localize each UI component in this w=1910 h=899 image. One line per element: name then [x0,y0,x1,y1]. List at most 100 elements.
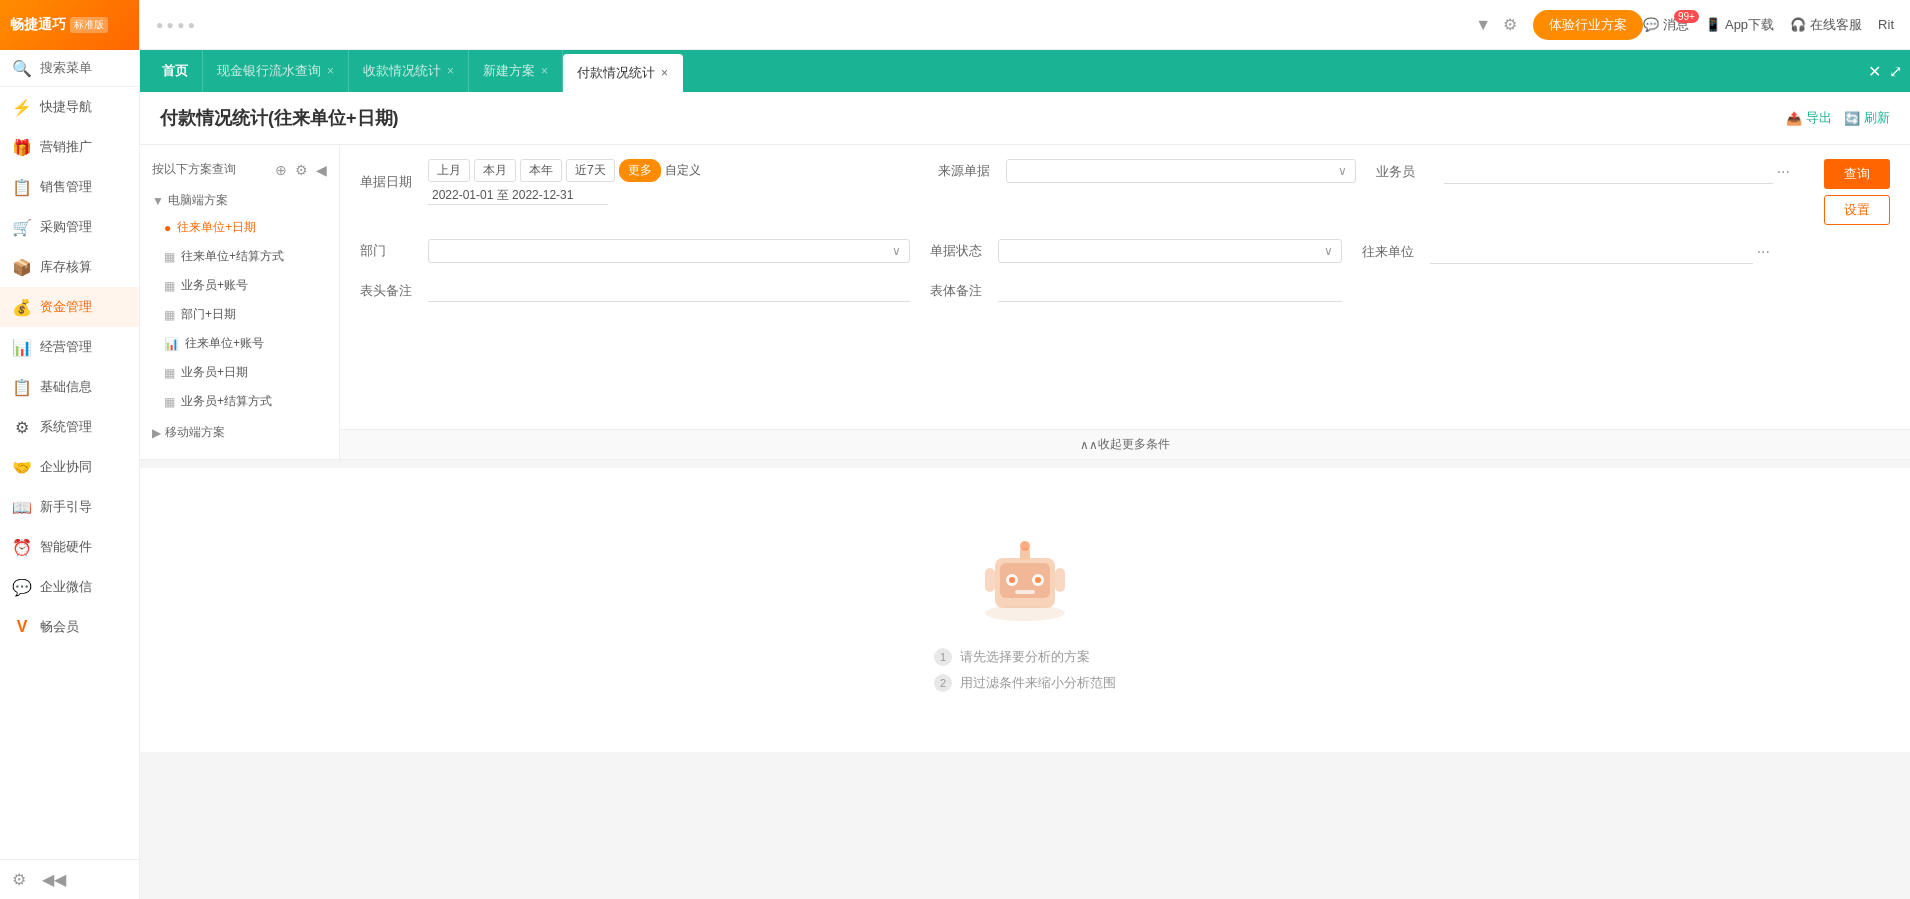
date-more-btn[interactable]: 更多 [619,159,661,182]
date-options: 上月 本月 本年 近7天 更多 自定义 [428,159,918,182]
scheme-group-desktop-title[interactable]: ▼ 电脑端方案 [140,188,339,213]
collapse-label: 收起更多条件 [1098,436,1170,453]
scheme-settings-icon[interactable]: ⚙ [295,162,308,178]
sidebar-item-system[interactable]: ⚙ 系统管理 [0,407,139,447]
salesman-control [1444,161,1773,184]
sidebar-item-wechat[interactable]: 💬 企业微信 [0,567,139,607]
scheme-collapse-icon[interactable]: ◀ [316,162,327,178]
sidebar-item-label: 资金管理 [40,298,92,316]
svg-point-6 [1035,577,1041,583]
salesman-label: 业务员 [1376,163,1436,181]
tabs-end: ✕ ⤢ [1868,62,1902,81]
sidebar-gear-icon[interactable]: ⚙ [12,870,26,889]
tab-new-plan[interactable]: 新建方案 × [469,50,563,92]
salesman-input[interactable] [1444,161,1773,184]
topbar-config-icon[interactable]: ⚙ [1503,15,1517,34]
scheme-item-1[interactable]: ▦ 往来单位+结算方式 [140,242,339,271]
tab-new-plan-close[interactable]: × [541,64,548,78]
empty-tip-2: 2 用过滤条件来缩小分析范围 [934,674,1116,692]
export-btn[interactable]: 📤 导出 [1786,109,1832,127]
scheme-group-mobile-title[interactable]: ▶ 移动端方案 [140,420,339,445]
tab-bank-label: 现金银行流水查询 [217,62,321,80]
partner-input[interactable] [1430,241,1753,264]
sidebar-item-basic[interactable]: 📋 基础信息 [0,367,139,407]
sidebar-item-label: 采购管理 [40,218,92,236]
sidebar-item-sales[interactable]: 📋 销售管理 [0,167,139,207]
scheme-item-3[interactable]: ▦ 部门+日期 [140,300,339,329]
tab-payments[interactable]: 付款情况统计 × [563,54,683,92]
sidebar-item-label: 快捷导航 [40,98,92,116]
tab-receipts-close[interactable]: × [447,64,454,78]
scheme-header: 按以下方案查询 ⊕ ⚙ ◀ [140,155,339,184]
dept-select[interactable]: ∨ [428,239,910,263]
scheme-item-icon-1: ▦ [164,250,175,264]
scheme-item-5[interactable]: ▦ 业务员+日期 [140,358,339,387]
filter-field-body-note: 表体备注 [930,279,1342,302]
try-industry-btn[interactable]: 体验行业方案 [1533,10,1643,40]
sidebar-item-enterprise[interactable]: 🤝 企业协同 [0,447,139,487]
svg-rect-10 [985,568,995,592]
sidebar-footer: ⚙ ◀◀ [0,859,139,899]
sidebar-item-hardware[interactable]: ⏰ 智能硬件 [0,527,139,567]
topbar-msg-btn[interactable]: 💬 消息 99+ [1643,16,1689,34]
partner-more-btn[interactable]: ··· [1753,239,1774,265]
source-control: ∨ [1006,159,1356,183]
marketing-icon: 🎁 [12,137,32,157]
tab-receipts-label: 收款情况统计 [363,62,441,80]
tab-receipts[interactable]: 收款情况统计 × [349,50,469,92]
svg-point-5 [1009,577,1015,583]
sidebar-collapse-icon[interactable]: ◀◀ [42,870,66,889]
sidebar-item-guide[interactable]: 📖 新手引导 [0,487,139,527]
date-range-input[interactable] [428,186,608,205]
filter-settings-btn[interactable]: 设置 [1824,195,1890,225]
tab-bank[interactable]: 现金银行流水查询 × [203,50,349,92]
topbar-app-btn[interactable]: 📱 App下载 [1705,16,1774,34]
scheme-item-icon-5: ▦ [164,366,175,380]
sidebar-item-marketing[interactable]: 🎁 营销推广 [0,127,139,167]
scheme-add-icon[interactable]: ⊕ [275,162,287,178]
scheme-item-4[interactable]: 📊 往来单位+账号 [140,329,339,358]
body-note-label: 表体备注 [930,282,990,300]
sidebar-item-finance[interactable]: 💰 资金管理 [0,287,139,327]
tabs-close-all-icon[interactable]: ✕ [1868,62,1881,81]
topbar-service-btn[interactable]: 🎧 在线客服 [1790,16,1862,34]
sidebar-item-member[interactable]: V 畅会员 [0,607,139,647]
scheme-item-label: 业务员+日期 [181,364,327,381]
tab-payments-close[interactable]: × [661,66,668,80]
sidebar-item-purchase[interactable]: 🛒 采购管理 [0,207,139,247]
date-this-year-btn[interactable]: 本年 [520,159,562,182]
sidebar-item-operation[interactable]: 📊 经营管理 [0,327,139,367]
topbar-settings-icon[interactable]: ▼ [1475,16,1491,34]
source-select[interactable]: ∨ [1006,159,1356,183]
sidebar-item-inventory[interactable]: 📦 库存核算 [0,247,139,287]
date-control: 上月 本月 本年 近7天 更多 自定义 [428,159,918,205]
date-this-month-btn[interactable]: 本月 [474,159,516,182]
scheme-sidebar: 按以下方案查询 ⊕ ⚙ ◀ ▼ 电脑端方案 ● [140,145,340,459]
guide-icon: 📖 [12,497,32,517]
scheme-item-6[interactable]: ▦ 业务员+结算方式 [140,387,339,416]
header-note-input[interactable] [428,279,910,302]
body-note-input[interactable] [998,279,1342,302]
collapse-more-btn[interactable]: ∧∧ 收起更多条件 [340,429,1910,459]
topbar-user-btn[interactable]: Rit [1878,17,1894,32]
date-last-month-btn[interactable]: 上月 [428,159,470,182]
inventory-icon: 📦 [12,257,32,277]
scheme-item-icon-2: ▦ [164,279,175,293]
sidebar-item-search[interactable]: 🔍 搜索菜单 [0,50,139,87]
svg-point-9 [1020,541,1030,551]
filter-field-date: 单据日期 上月 本月 本年 近7天 更多 自定义 [360,159,918,205]
tab-home[interactable]: 首页 [148,50,203,92]
sidebar-item-quick-nav[interactable]: ⚡ 快捷导航 [0,87,139,127]
page-title: 付款情况统计(往来单位+日期) [160,106,399,130]
scheme-item-0[interactable]: ● 往来单位+日期 [140,213,339,242]
tab-bank-close[interactable]: × [327,64,334,78]
query-btn[interactable]: 查询 [1824,159,1890,189]
refresh-btn[interactable]: 🔄 刷新 [1844,109,1890,127]
salesman-more-btn[interactable]: ··· [1773,159,1794,185]
tabs-fullscreen-icon[interactable]: ⤢ [1889,62,1902,81]
docstatus-select[interactable]: ∨ [998,239,1342,263]
scheme-item-2[interactable]: ▦ 业务员+账号 [140,271,339,300]
filter-wrapper: 按以下方案查询 ⊕ ⚙ ◀ ▼ 电脑端方案 ● [140,145,1910,460]
filter-row-2: 部门 ∨ 单据状态 [360,239,1890,265]
date-7days-btn[interactable]: 近7天 [566,159,615,182]
